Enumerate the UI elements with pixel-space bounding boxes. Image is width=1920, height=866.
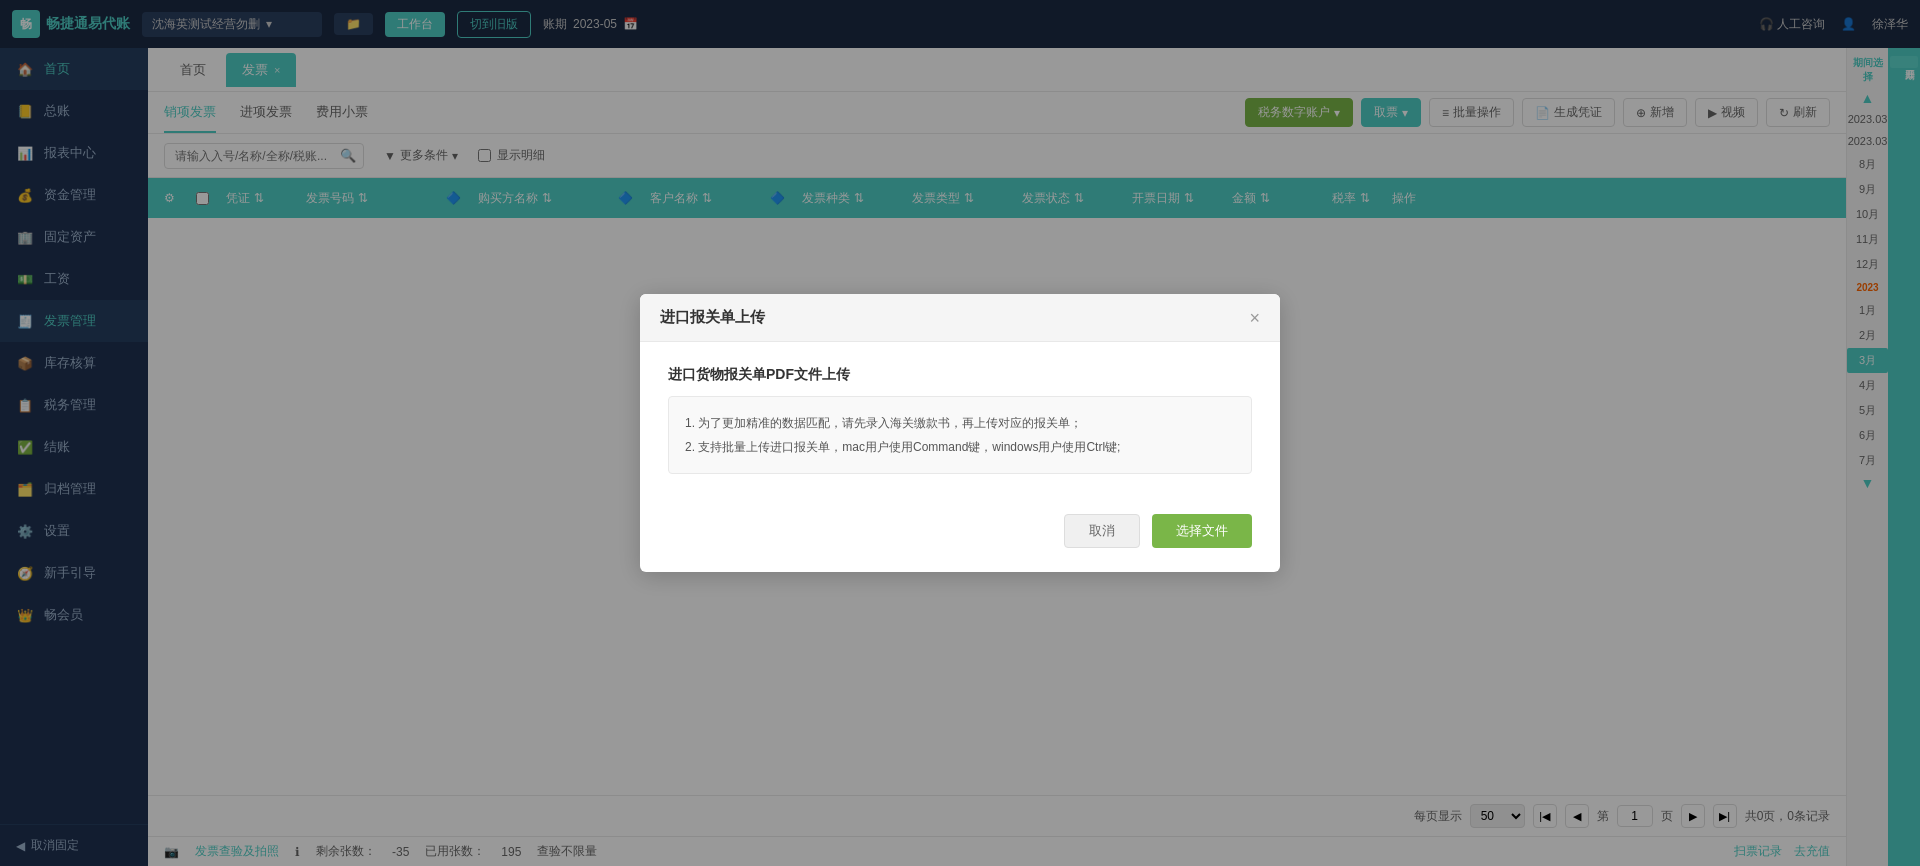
import-modal: 进口报关单上传 × 进口货物报关单PDF文件上传 1. 为了更加精准的数据匹配，… <box>640 294 1280 572</box>
modal-close-btn[interactable]: × <box>1249 309 1260 327</box>
modal-header: 进口报关单上传 × <box>640 294 1280 342</box>
modal-info-line-2: 2. 支持批量上传进口报关单，mac用户使用Command键，windows用户… <box>685 435 1235 459</box>
modal-select-file-btn[interactable]: 选择文件 <box>1152 514 1252 548</box>
modal-info-box: 1. 为了更加精准的数据匹配，请先录入海关缴款书，再上传对应的报关单； 2. 支… <box>668 396 1252 474</box>
modal-overlay[interactable]: 进口报关单上传 × 进口货物报关单PDF文件上传 1. 为了更加精准的数据匹配，… <box>0 0 1920 866</box>
modal-body: 进口货物报关单PDF文件上传 1. 为了更加精准的数据匹配，请先录入海关缴款书，… <box>640 342 1280 498</box>
modal-section-title: 进口货物报关单PDF文件上传 <box>668 366 1252 384</box>
modal-cancel-btn[interactable]: 取消 <box>1064 514 1140 548</box>
modal-title: 进口报关单上传 <box>660 308 765 327</box>
modal-info-line-1: 1. 为了更加精准的数据匹配，请先录入海关缴款书，再上传对应的报关单； <box>685 411 1235 435</box>
modal-footer: 取消 选择文件 <box>640 498 1280 572</box>
